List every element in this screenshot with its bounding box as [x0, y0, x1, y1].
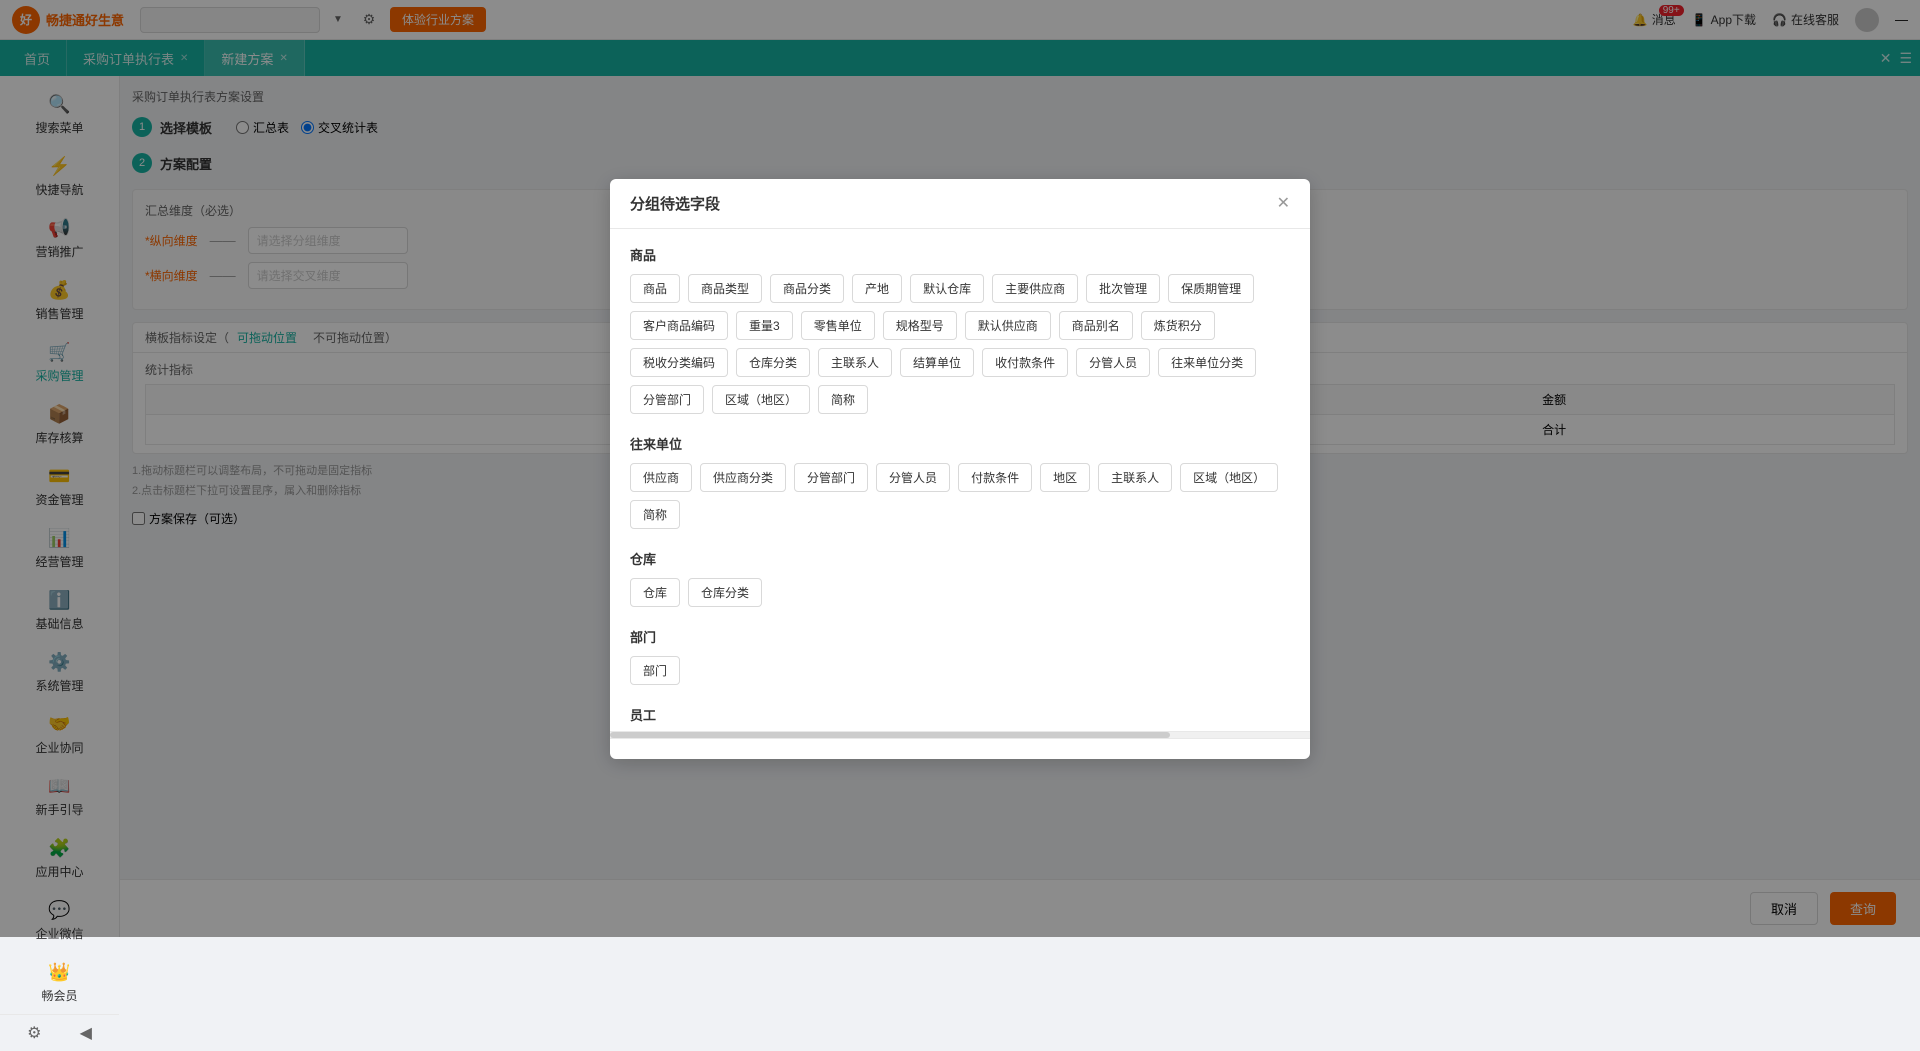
field-tag-product-15[interactable]: 税收分类编码	[630, 348, 728, 377]
field-tag-product-0[interactable]: 商品	[630, 274, 680, 303]
modal-footer	[610, 738, 1310, 759]
field-tag-partner-8[interactable]: 简称	[630, 500, 680, 529]
field-section-title-partner: 往来单位	[630, 434, 1290, 453]
sidebar-collapse-btn[interactable]: ◀	[80, 1023, 92, 1043]
field-tag-product-5[interactable]: 主要供应商	[992, 274, 1078, 303]
field-tag-product-22[interactable]: 分管部门	[630, 385, 704, 414]
field-tag-product-3[interactable]: 产地	[852, 274, 902, 303]
field-tag-product-13[interactable]: 商品别名	[1059, 311, 1133, 340]
field-section-employee: 员工业务员	[630, 705, 1290, 732]
field-tag-product-19[interactable]: 收付款条件	[982, 348, 1068, 377]
field-tag-product-7[interactable]: 保质期管理	[1168, 274, 1254, 303]
field-tag-partner-5[interactable]: 地区	[1040, 463, 1090, 492]
field-tag-product-23[interactable]: 区域（地区）	[712, 385, 810, 414]
field-tag-product-21[interactable]: 往来单位分类	[1158, 348, 1256, 377]
field-tag-warehouse-1[interactable]: 仓库分类	[688, 578, 762, 607]
field-grid-partner: 供应商供应商分类分管部门分管人员付款条件地区主联系人区域（地区） 简称	[630, 463, 1290, 529]
field-tag-product-16[interactable]: 仓库分类	[736, 348, 810, 377]
sidebar-label-member: 畅会员	[41, 987, 77, 1004]
modal-header: 分组待选字段 ✕	[610, 179, 1310, 229]
modal-dialog: 分组待选字段 ✕ 商品商品商品类型商品分类产地默认仓库主要供应商批次管理保质期管…	[610, 179, 1310, 759]
field-grid-department: 部门	[630, 656, 1290, 685]
sidebar-item-member[interactable]: 👑 畅会员	[0, 952, 119, 1014]
field-tag-partner-1[interactable]: 供应商分类	[700, 463, 786, 492]
field-tag-product-8[interactable]: 客户商品编码	[630, 311, 728, 340]
field-grid-product: 商品商品类型商品分类产地默认仓库主要供应商批次管理保质期管理客户商品编码重量3 零…	[630, 274, 1290, 414]
modal-overlay: 分组待选字段 ✕ 商品商品商品类型商品分类产地默认仓库主要供应商批次管理保质期管…	[0, 0, 1920, 937]
field-tag-department-0[interactable]: 部门	[630, 656, 680, 685]
field-tag-product-4[interactable]: 默认仓库	[910, 274, 984, 303]
field-tag-product-17[interactable]: 主联系人	[818, 348, 892, 377]
modal-scrollbar-thumb	[610, 732, 1170, 737]
field-tag-product-2[interactable]: 商品分类	[770, 274, 844, 303]
modal-title: 分组待选字段	[630, 193, 720, 214]
field-section-title-employee: 员工	[630, 705, 1290, 724]
modal-body: 商品商品商品类型商品分类产地默认仓库主要供应商批次管理保质期管理客户商品编码重量…	[610, 229, 1310, 732]
field-tag-product-10[interactable]: 零售单位	[801, 311, 875, 340]
field-section-title-department: 部门	[630, 627, 1290, 646]
field-section-partner: 往来单位供应商供应商分类分管部门分管人员付款条件地区主联系人区域（地区） 简称	[630, 434, 1290, 529]
field-tag-product-20[interactable]: 分管人员	[1076, 348, 1150, 377]
field-tag-product-18[interactable]: 结算单位	[900, 348, 974, 377]
modal-close-btn[interactable]: ✕	[1277, 193, 1290, 213]
field-tag-product-6[interactable]: 批次管理	[1086, 274, 1160, 303]
sidebar-settings-btn[interactable]: ⚙	[27, 1023, 41, 1043]
field-section-title-warehouse: 仓库	[630, 549, 1290, 568]
field-tag-product-11[interactable]: 规格型号	[883, 311, 957, 340]
field-tag-partner-7[interactable]: 区域（地区）	[1180, 463, 1278, 492]
field-tag-product-12[interactable]: 默认供应商	[965, 311, 1051, 340]
field-tag-partner-4[interactable]: 付款条件	[958, 463, 1032, 492]
sidebar-bottom: ⚙ ◀	[0, 1014, 119, 1051]
field-section-warehouse: 仓库仓库仓库分类	[630, 549, 1290, 607]
field-tag-warehouse-0[interactable]: 仓库	[630, 578, 680, 607]
field-tag-product-1[interactable]: 商品类型	[688, 274, 762, 303]
field-tag-partner-3[interactable]: 分管人员	[876, 463, 950, 492]
field-section-product: 商品商品商品类型商品分类产地默认仓库主要供应商批次管理保质期管理客户商品编码重量…	[630, 245, 1290, 414]
field-tag-product-24[interactable]: 简称	[818, 385, 868, 414]
member-icon: 👑	[48, 962, 70, 983]
field-section-title-product: 商品	[630, 245, 1290, 264]
field-tag-partner-2[interactable]: 分管部门	[794, 463, 868, 492]
field-tag-product-9[interactable]: 重量3	[736, 311, 793, 340]
field-tag-partner-6[interactable]: 主联系人	[1098, 463, 1172, 492]
field-section-department: 部门部门	[630, 627, 1290, 685]
field-tag-product-14[interactable]: 炼货积分	[1141, 311, 1215, 340]
modal-horizontal-scrollbar[interactable]	[610, 731, 1310, 737]
field-grid-warehouse: 仓库仓库分类	[630, 578, 1290, 607]
field-tag-partner-0[interactable]: 供应商	[630, 463, 692, 492]
